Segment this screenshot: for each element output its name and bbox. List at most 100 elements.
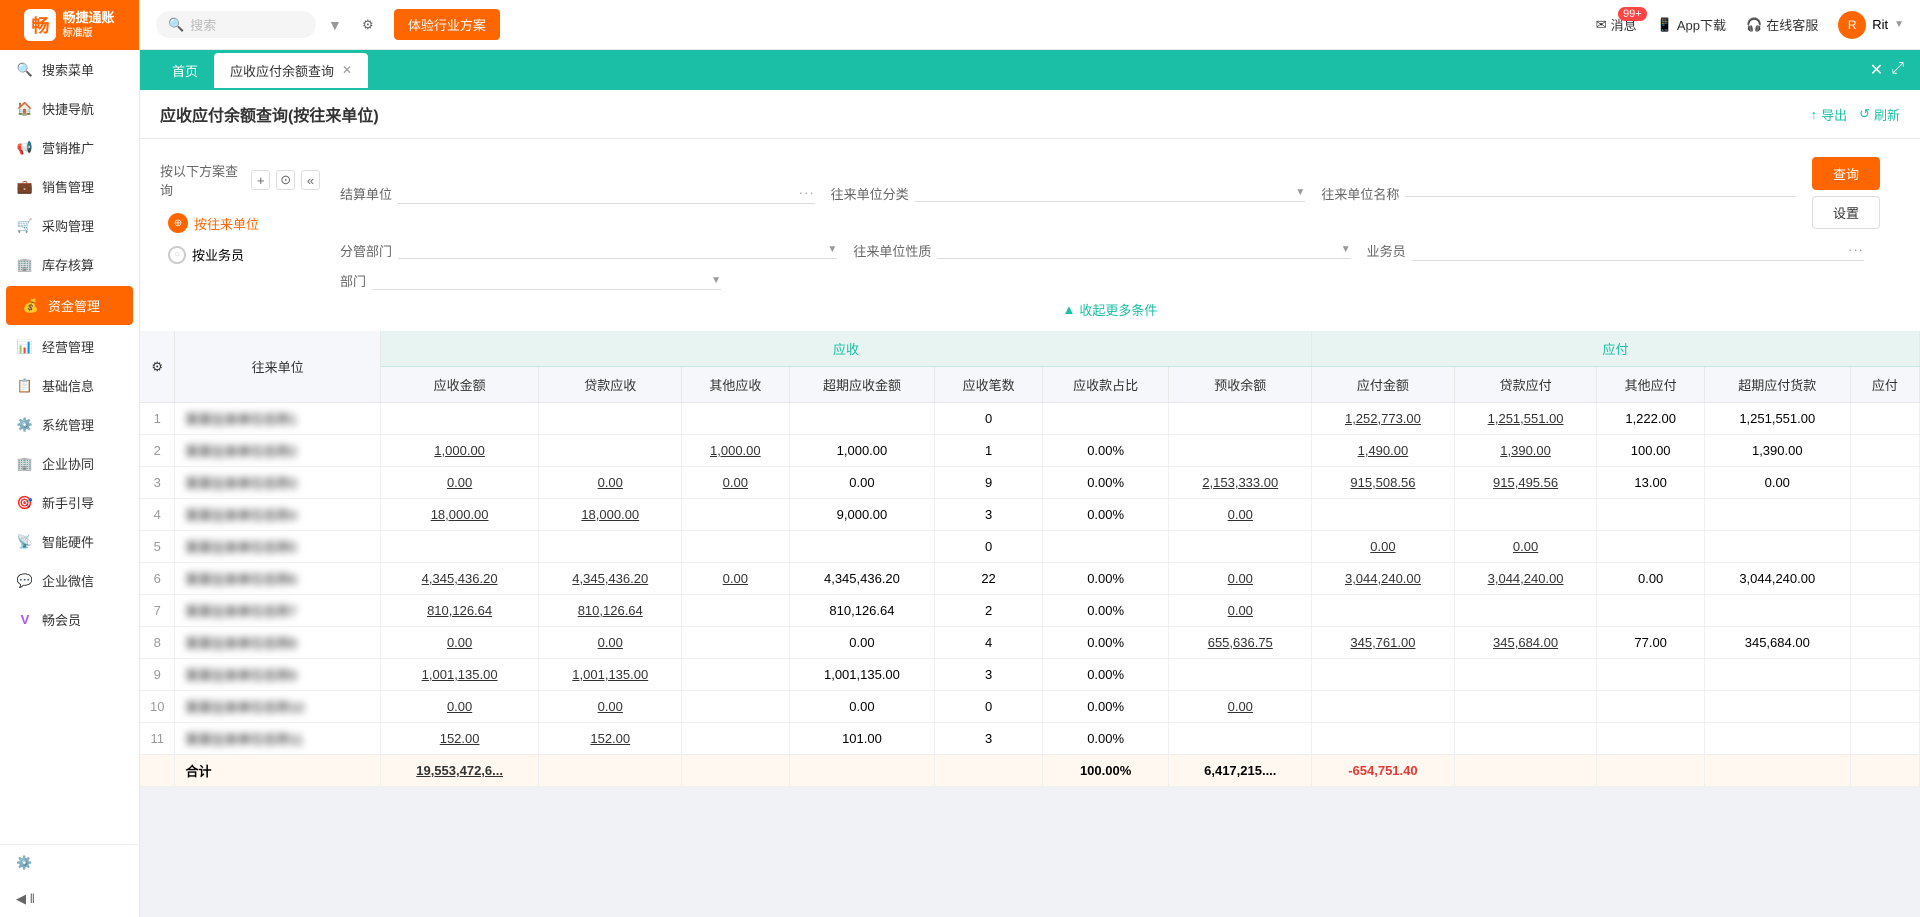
table-cell xyxy=(1042,531,1169,563)
sidebar-item-purchase[interactable]: 🛒 采购管理 xyxy=(0,206,139,245)
sidebar-item-capital[interactable]: 💰 资金管理 xyxy=(6,286,133,325)
table-cell[interactable]: 655,636.75 xyxy=(1169,627,1312,659)
sidebar-bottom-settings[interactable]: ⚙️ xyxy=(0,845,139,881)
row-number: 11 xyxy=(140,723,175,755)
filter-unit-nature: 往来单位性质 ▼ xyxy=(853,241,1350,260)
table-cell[interactable]: 0.00 xyxy=(682,563,789,595)
th-settings[interactable]: ⚙ xyxy=(140,331,175,403)
sidebar-item-inventory[interactable]: 🏢 库存核算 xyxy=(0,245,139,284)
table-cell[interactable]: 18,000.00 xyxy=(539,499,682,531)
partner-unit-name: 某某往来单位名称6 xyxy=(175,563,380,595)
table-cell[interactable]: 4,345,436.20 xyxy=(539,563,682,595)
solution-button[interactable]: 体验行业方案 xyxy=(394,9,500,40)
table-cell[interactable]: 1,000.00 xyxy=(682,435,789,467)
sidebar-item-basic-info[interactable]: 📋 基础信息 xyxy=(0,366,139,405)
table-cell[interactable]: 1,000.00 xyxy=(380,435,539,467)
topbar-search-box[interactable]: 🔍 搜索 xyxy=(156,11,316,38)
sidebar-item-operations[interactable]: 📊 经营管理 xyxy=(0,327,139,366)
query-button[interactable]: 查询 xyxy=(1812,157,1880,190)
app-download-button[interactable]: 📱 App下载 xyxy=(1657,15,1726,34)
partner-unit-name: 某某往来单位名称3 xyxy=(175,467,380,499)
sidebar-item-smart-hw[interactable]: 📡 智能硬件 xyxy=(0,522,139,561)
setting-button[interactable]: 设置 xyxy=(1812,196,1880,229)
table-cell[interactable]: 0.00 xyxy=(1454,531,1597,563)
table-scroll-container[interactable]: ⚙ 往来单位 应收 应付 应收金额 贷款应收 其他应收 超期应收金额 xyxy=(140,331,1920,787)
table-cell[interactable]: 0.00 xyxy=(380,691,539,723)
sidebar-item-quick-nav[interactable]: 🏠 快捷导航 xyxy=(0,89,139,128)
table-cell[interactable]: 0.00 xyxy=(539,467,682,499)
table-cell[interactable]: 345,761.00 xyxy=(1312,627,1455,659)
dept-select[interactable]: ▼ xyxy=(398,241,837,259)
table-cell[interactable]: 0.00 xyxy=(1169,499,1312,531)
close-window-icon[interactable]: ✕ xyxy=(1870,60,1883,80)
message-button[interactable]: ✉ 消息 99+ xyxy=(1596,15,1637,34)
table-cell xyxy=(1850,563,1919,595)
topbar-gear-button[interactable]: ⚙ xyxy=(354,11,382,39)
table-cell[interactable]: 3,044,240.00 xyxy=(1454,563,1597,595)
table-cell[interactable]: 0.00 xyxy=(539,691,682,723)
query-option-by-salesperson[interactable]: ○ 按业务员 xyxy=(160,239,320,270)
table-cell[interactable]: 345,684.00 xyxy=(1454,627,1597,659)
table-cell[interactable]: 1,001,135.00 xyxy=(380,659,539,691)
scheme-settings-button[interactable]: ⊙ xyxy=(276,170,295,190)
collapse-filter-button[interactable]: ▲ 收起更多条件 xyxy=(340,296,1880,323)
department-select[interactable]: ▼ xyxy=(372,272,721,290)
table-cell[interactable]: 0.00 xyxy=(1169,691,1312,723)
table-cell[interactable]: 3,044,240.00 xyxy=(1312,563,1455,595)
sidebar-item-guide[interactable]: 🎯 新手引导 xyxy=(0,483,139,522)
table-cell xyxy=(1704,499,1850,531)
table-cell[interactable]: 0.00 xyxy=(539,627,682,659)
salesperson-input[interactable]: ··· xyxy=(1412,239,1864,261)
user-menu[interactable]: R Rit ▼ xyxy=(1838,11,1904,39)
filter-label-unit-name: 往来单位名称 xyxy=(1321,184,1399,203)
unit-category-select[interactable]: ▼ xyxy=(915,184,1306,202)
sidebar-item-member[interactable]: V 畅会员 xyxy=(0,600,139,639)
table-cell[interactable]: 0.00 xyxy=(380,467,539,499)
online-service-button[interactable]: 🎧 在线客服 xyxy=(1746,15,1818,34)
table-cell[interactable]: 1,390.00 xyxy=(1454,435,1597,467)
table-cell[interactable]: 1,001,135.00 xyxy=(539,659,682,691)
table-cell[interactable]: 0.00 xyxy=(682,467,789,499)
tab-home[interactable]: 首页 xyxy=(156,53,214,88)
query-option-by-unit[interactable]: ⊕ 按往来单位 xyxy=(160,207,320,239)
add-scheme-button[interactable]: + xyxy=(251,170,270,190)
scheme-more-button[interactable]: « xyxy=(301,170,320,190)
table-cell[interactable]: 915,508.56 xyxy=(1312,467,1455,499)
sidebar-item-system[interactable]: ⚙️ 系统管理 xyxy=(0,405,139,444)
tab-close-icon[interactable]: ✕ xyxy=(342,63,352,77)
tab-query[interactable]: 应收应付余额查询 ✕ xyxy=(214,53,368,88)
unit-nature-select[interactable]: ▼ xyxy=(937,241,1350,259)
sidebar-item-wechat[interactable]: 💬 企业微信 xyxy=(0,561,139,600)
table-row: 3某某往来单位名称30.000.000.000.0090.00%2,153,33… xyxy=(140,467,1920,499)
table-cell[interactable]: 1,490.00 xyxy=(1312,435,1455,467)
table-cell[interactable]: 0.00 xyxy=(1169,595,1312,627)
sidebar-bottom-collapse[interactable]: ◀ ‖ xyxy=(0,881,139,917)
table-cell[interactable]: 0.00 xyxy=(380,627,539,659)
expand-icon[interactable]: ⤢ xyxy=(1891,60,1904,80)
table-cell[interactable]: 915,495.56 xyxy=(1454,467,1597,499)
table-cell[interactable]: 810,126.64 xyxy=(380,595,539,627)
table-cell[interactable]: 1,252,773.00 xyxy=(1312,403,1455,435)
sidebar-item-enterprise[interactable]: 🏢 企业协同 xyxy=(0,444,139,483)
table-cell[interactable]: 2,153,333.00 xyxy=(1169,467,1312,499)
row-number: 8 xyxy=(140,627,175,659)
sidebar-item-search[interactable]: 🔍 搜索菜单 xyxy=(0,50,139,89)
sidebar-item-marketing[interactable]: 📢 营销推广 xyxy=(0,128,139,167)
table-cell xyxy=(1597,723,1704,755)
table-cell[interactable]: 0.00 xyxy=(1169,563,1312,595)
settlement-unit-input[interactable]: ··· xyxy=(398,182,815,204)
table-cell[interactable]: 18,000.00 xyxy=(380,499,539,531)
table-cell[interactable]: 1,251,551.00 xyxy=(1454,403,1597,435)
topbar-chevron-down[interactable]: ▼ xyxy=(328,17,342,33)
unit-name-input[interactable] xyxy=(1405,190,1796,197)
table-cell[interactable]: 810,126.64 xyxy=(539,595,682,627)
table-cell[interactable]: 152.00 xyxy=(380,723,539,755)
table-cell[interactable]: 0.00 xyxy=(1312,531,1455,563)
export-button[interactable]: ↑ 导出 xyxy=(1811,105,1848,124)
filter-fields: 结算单位 ··· 往来单位分类 ▼ xyxy=(320,149,1900,331)
refresh-button[interactable]: ↺ 刷新 xyxy=(1859,105,1900,124)
th-group-payable: 应付 xyxy=(1312,331,1920,367)
table-cell[interactable]: 4,345,436.20 xyxy=(380,563,539,595)
sidebar-item-sales[interactable]: 💼 销售管理 xyxy=(0,167,139,206)
table-cell[interactable]: 152.00 xyxy=(539,723,682,755)
